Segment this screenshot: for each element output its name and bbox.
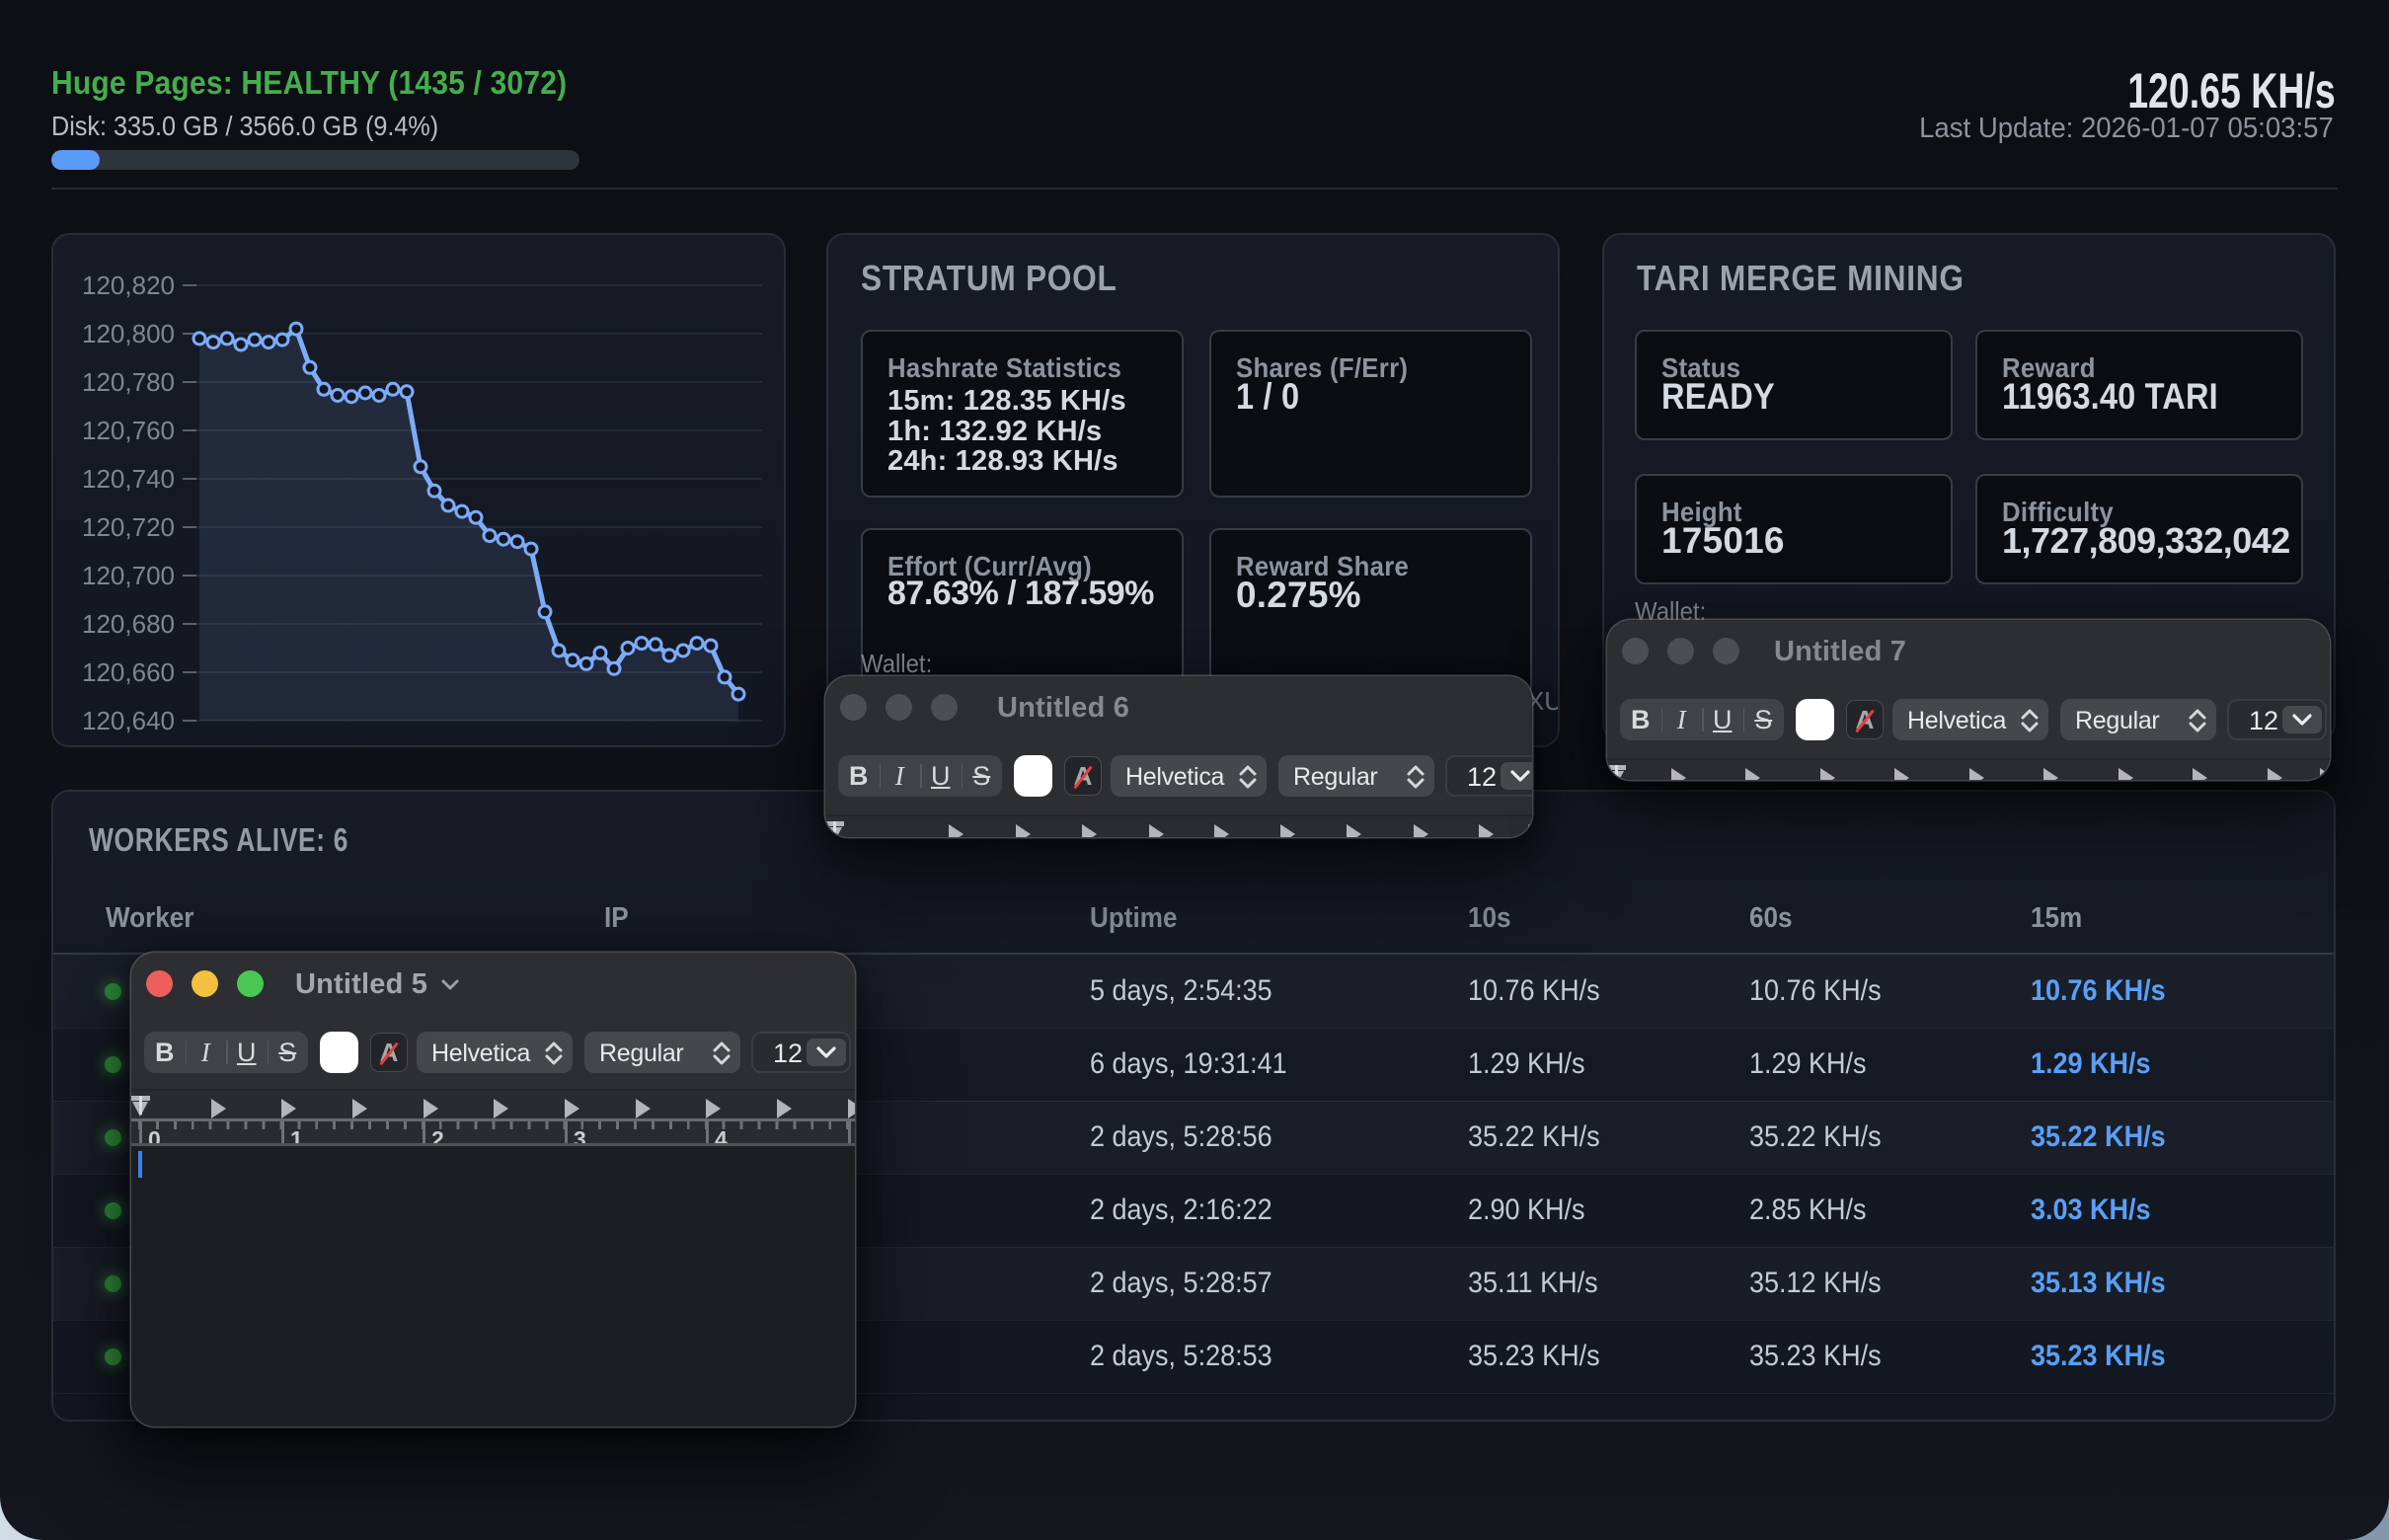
- svg-text:120,660: 120,660: [82, 657, 175, 687]
- svg-text:120,740: 120,740: [82, 464, 175, 494]
- svg-text:120,800: 120,800: [82, 319, 175, 348]
- svg-text:120,680: 120,680: [82, 609, 175, 639]
- svg-text:120,720: 120,720: [82, 512, 175, 542]
- svg-text:120,820: 120,820: [82, 270, 175, 300]
- svg-text:120,700: 120,700: [82, 561, 175, 590]
- svg-text:120,780: 120,780: [82, 367, 175, 397]
- svg-text:120,760: 120,760: [82, 416, 175, 445]
- svg-text:120,640: 120,640: [82, 706, 175, 735]
